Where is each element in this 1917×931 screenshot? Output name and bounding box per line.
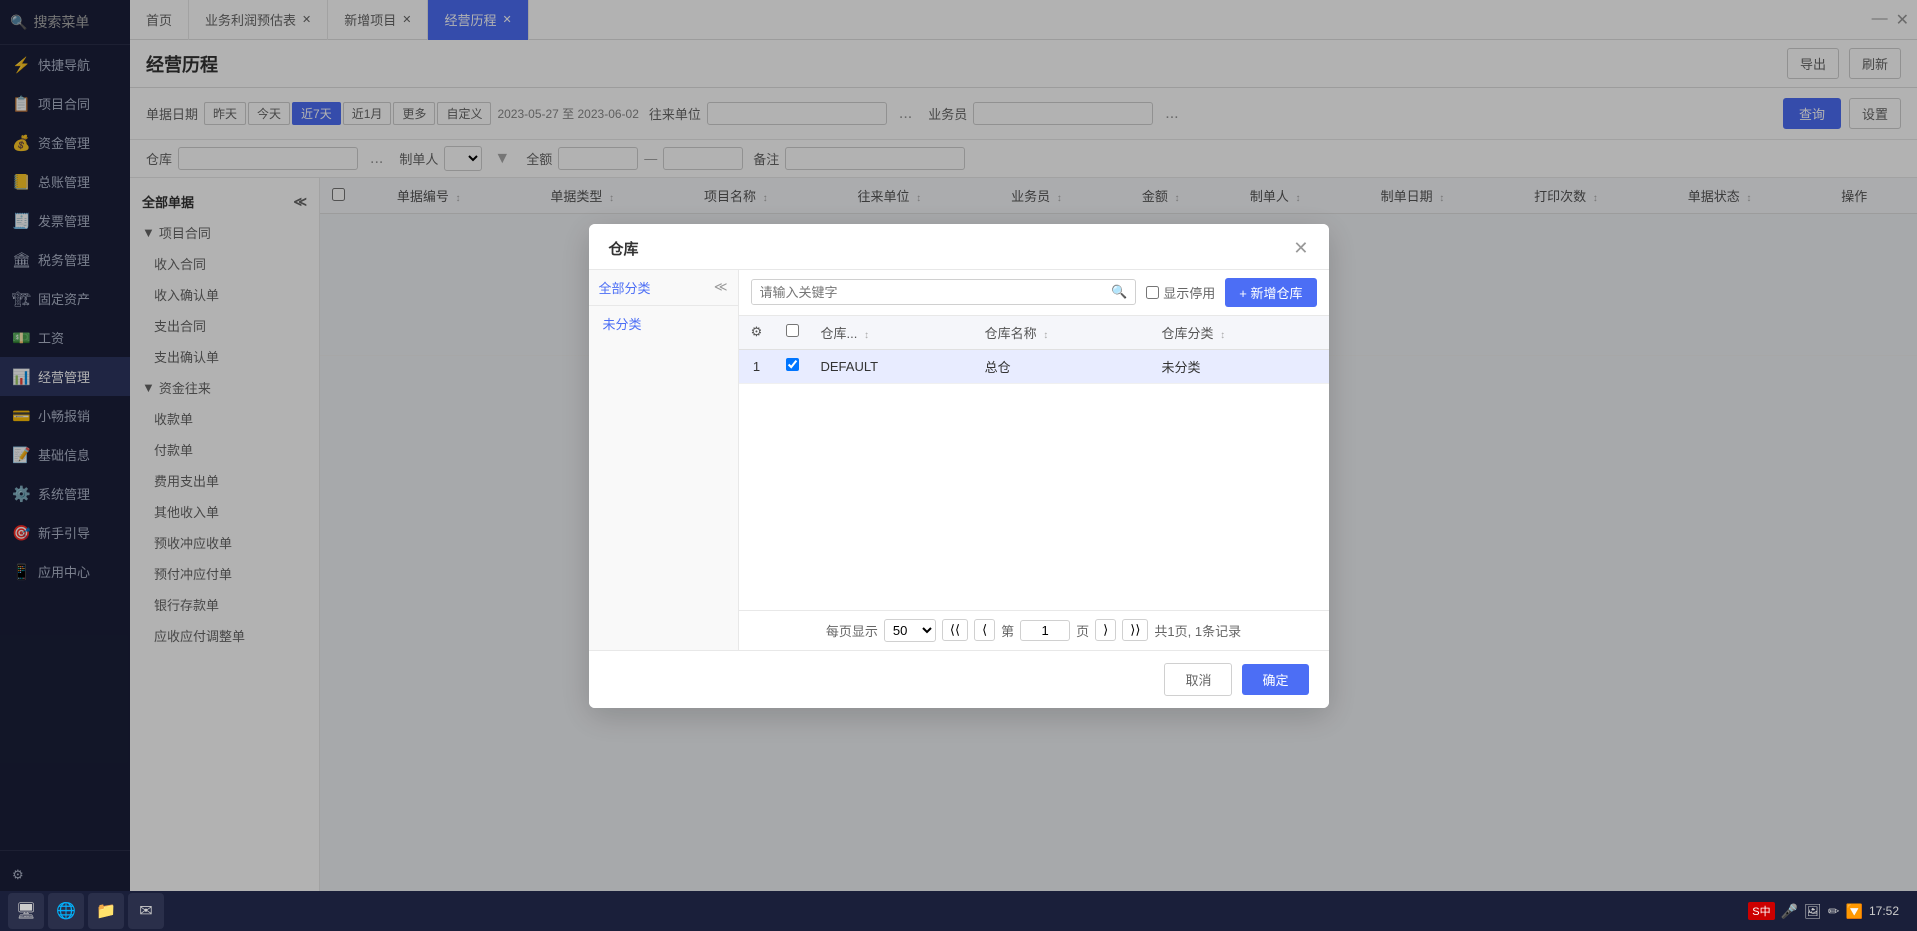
- modal-title: 仓库: [609, 238, 639, 259]
- modal-search-input[interactable]: [752, 281, 1104, 304]
- modal-confirm-button[interactable]: 确定: [1242, 664, 1308, 695]
- modal-table-row[interactable]: 1 DEFAULT 总仓 未分类: [739, 349, 1329, 383]
- taskbar-app-2[interactable]: 🌐: [48, 893, 84, 929]
- modal-first-page-btn[interactable]: ⟨⟨: [942, 619, 968, 641]
- modal-page-input[interactable]: [1020, 620, 1070, 641]
- warehouse-modal: 仓库 ✕ 全部分类 ≪ 未分类 🔍: [589, 224, 1329, 708]
- modal-select-all[interactable]: [786, 324, 799, 337]
- modal-col-checkbox: [775, 316, 811, 350]
- left-panel-item-uncategorized[interactable]: 未分类: [589, 306, 738, 341]
- tray-icon-s[interactable]: S中: [1748, 902, 1774, 920]
- modal-overlay[interactable]: 仓库 ✕ 全部分类 ≪ 未分类 🔍: [0, 0, 1917, 931]
- modal-col-code: 仓库... ↕: [811, 316, 975, 350]
- show-disabled-checkbox-label[interactable]: 显示停用: [1146, 283, 1215, 302]
- taskbar: 🖥 🌐 📁 ✉ S中 🎤 🖼 ✏ 🔽 17:52: [0, 891, 1917, 931]
- modal-table-container: ⚙ 仓库... ↕ 仓库名称 ↕ 仓库分类 ↕ 1 DEFA: [739, 316, 1329, 610]
- modal-per-page-label: 每页显示: [826, 621, 878, 640]
- modal-last-page-btn[interactable]: ⟩⟩: [1122, 619, 1148, 641]
- modal-row-code: DEFAULT: [811, 349, 975, 383]
- tray-icon-edit[interactable]: ✏: [1828, 903, 1840, 920]
- modal-right-panel: 🔍 显示停用 + 新增仓库 ⚙: [739, 270, 1329, 650]
- modal-toolbar: 🔍 显示停用 + 新增仓库: [739, 270, 1329, 316]
- sys-tray: S中 🎤 🖼 ✏ 🔽 17:52: [1738, 891, 1917, 931]
- show-disabled-checkbox[interactable]: [1146, 286, 1159, 299]
- modal-actions: 取消 确定: [589, 650, 1329, 708]
- left-panel-collapse-icon[interactable]: ≪: [714, 279, 728, 295]
- modal-close-icon[interactable]: ✕: [1293, 238, 1308, 259]
- modal-row-category: 未分类: [1152, 349, 1329, 383]
- modal-row-checkbox[interactable]: [786, 358, 799, 371]
- modal-search-box: 🔍: [751, 279, 1137, 305]
- modal-table-header: ⚙ 仓库... ↕ 仓库名称 ↕ 仓库分类 ↕: [739, 316, 1329, 350]
- modal-total-label: 共1页, 1条记录: [1154, 621, 1241, 640]
- modal-header: 仓库 ✕: [589, 224, 1329, 270]
- modal-row-name: 总仓: [975, 349, 1152, 383]
- tray-icon-img[interactable]: 🖼: [1804, 903, 1822, 920]
- show-disabled-label: 显示停用: [1163, 283, 1215, 302]
- modal-table: ⚙ 仓库... ↕ 仓库名称 ↕ 仓库分类 ↕ 1 DEFA: [739, 316, 1329, 384]
- modal-goto-label: 第: [1001, 621, 1014, 640]
- modal-next-page-btn[interactable]: ⟩: [1095, 619, 1116, 641]
- modal-row-num: 1: [739, 349, 775, 383]
- taskbar-time: 17:52: [1869, 904, 1907, 918]
- modal-left-header: 全部分类 ≪: [589, 270, 738, 306]
- modal-left-panel: 全部分类 ≪ 未分类: [589, 270, 739, 650]
- modal-col-category: 仓库分类 ↕: [1152, 316, 1329, 350]
- modal-cancel-button[interactable]: 取消: [1164, 663, 1232, 696]
- modal-page-label: 页: [1076, 621, 1089, 640]
- taskbar-app-4[interactable]: ✉: [128, 893, 164, 929]
- modal-row-checkbox-cell: [775, 349, 811, 383]
- modal-per-page-select[interactable]: 50 100: [884, 619, 936, 642]
- modal-prev-page-btn[interactable]: ⟨: [974, 619, 995, 641]
- modal-search-icon[interactable]: 🔍: [1103, 280, 1135, 304]
- all-category-label[interactable]: 全部分类: [599, 278, 651, 297]
- modal-body: 全部分类 ≪ 未分类 🔍 显示停用 + 新增仓库: [589, 270, 1329, 650]
- add-warehouse-button[interactable]: + 新增仓库: [1225, 278, 1316, 307]
- taskbar-app-1[interactable]: 🖥: [8, 893, 44, 929]
- modal-col-settings[interactable]: ⚙: [739, 316, 775, 350]
- taskbar-app-3[interactable]: 📁: [88, 893, 124, 929]
- tray-icon-mic[interactable]: 🎤: [1781, 903, 1798, 920]
- modal-pagination: 每页显示 50 100 ⟨⟨ ⟨ 第 页 ⟩ ⟩⟩ 共1页, 1条记录: [739, 610, 1329, 650]
- modal-col-name: 仓库名称 ↕: [975, 316, 1152, 350]
- tray-icon-arrow[interactable]: 🔽: [1846, 903, 1863, 920]
